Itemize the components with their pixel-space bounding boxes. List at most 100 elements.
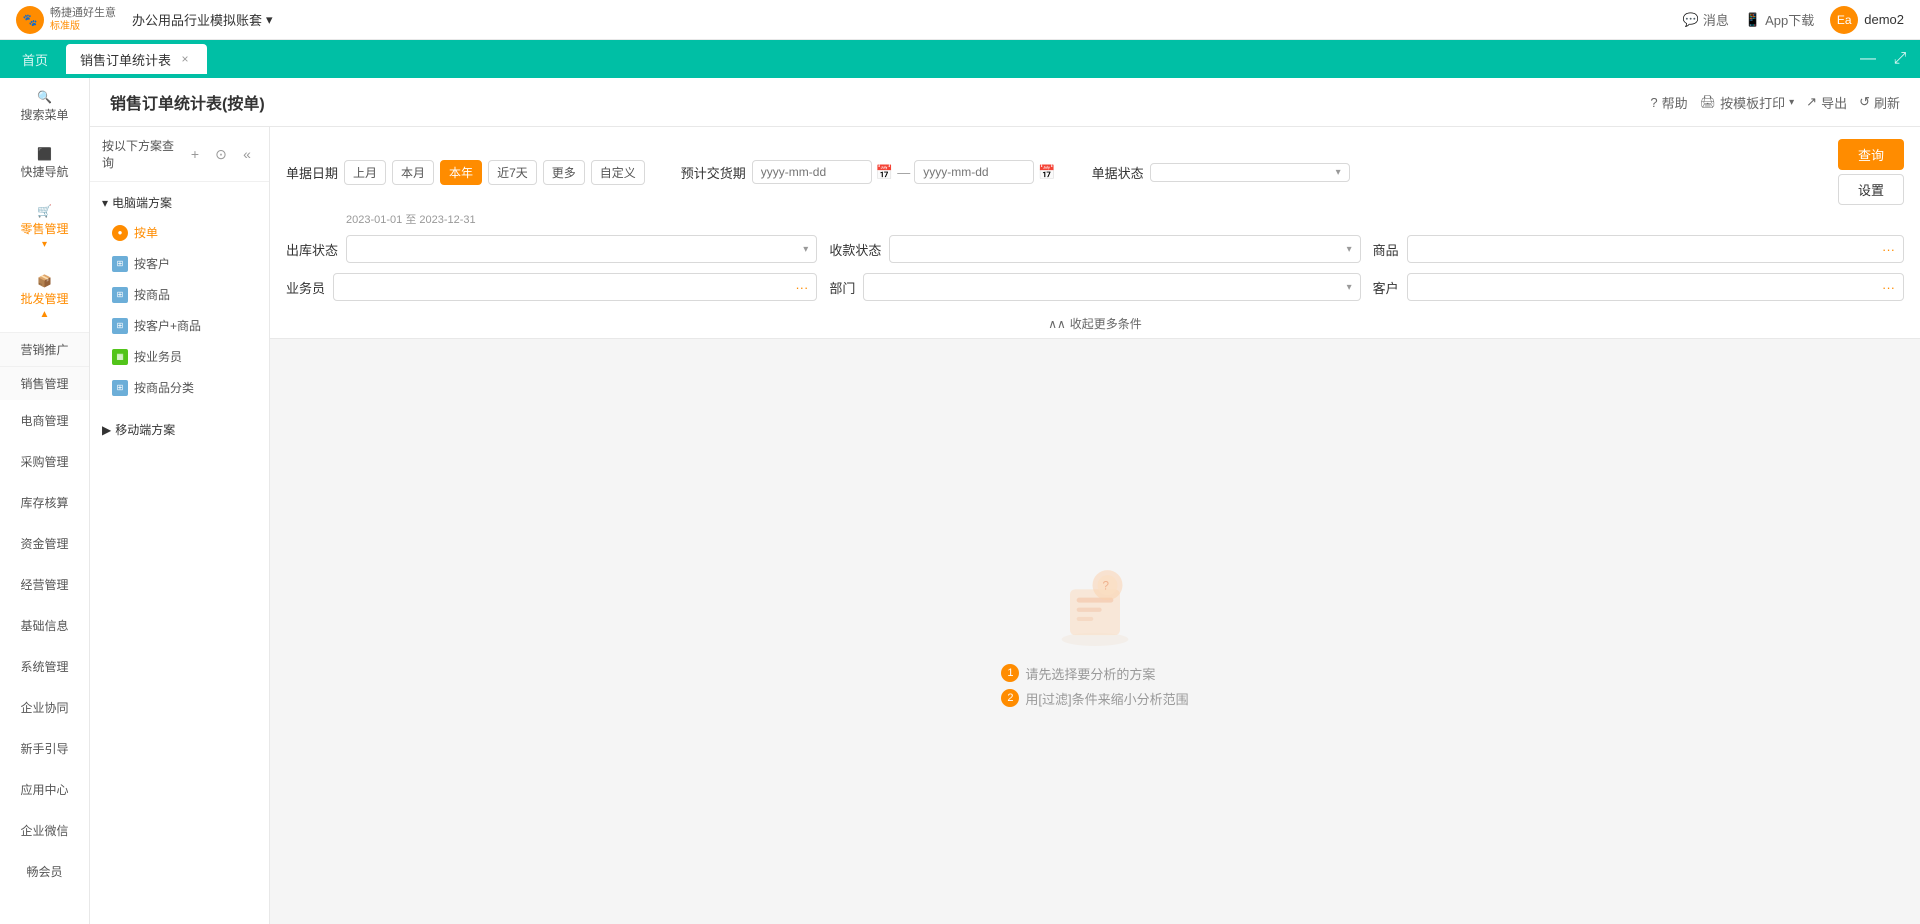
receipt-filter-group: 收款状态 ▾: [829, 235, 1360, 263]
sidebar-item-member[interactable]: 畅会员: [0, 851, 89, 892]
company-selector[interactable]: 办公用品行业模拟账套 ▾: [124, 6, 281, 33]
sidebar-item-system[interactable]: 系统管理: [0, 646, 89, 687]
date-last-month-btn[interactable]: 上月: [344, 160, 386, 185]
sidebar-item-new-guide[interactable]: 新手引导: [0, 728, 89, 769]
user-menu[interactable]: Ea demo2: [1830, 6, 1904, 34]
filter-row-2: 出库状态 ▾ 收款状态 ▾: [286, 235, 1904, 263]
template-print-btn[interactable]: 🖨 按模板打印 ▾: [1700, 93, 1795, 112]
scheme-group-mobile-header[interactable]: ▶ 移动端方案: [90, 415, 269, 444]
sidebar-item-operations[interactable]: 经营管理: [0, 564, 89, 605]
scheme-group-pc-header[interactable]: ▾ 电脑端方案: [90, 188, 269, 217]
goods-select[interactable]: ···: [1407, 235, 1904, 263]
circle-icon: ●: [112, 225, 128, 241]
content-area: 销售订单统计表(按单) ? 帮助 🖨 按模板打印 ▾ ↗ 导出 ↺ 刷新: [90, 78, 1920, 924]
tab-sales-order-stats[interactable]: 销售订单统计表 ×: [66, 44, 207, 74]
date-more-btn[interactable]: 更多: [543, 160, 585, 185]
app-download-btn[interactable]: 📱 App下载: [1745, 10, 1814, 29]
hint-num-1: 1: [1001, 664, 1019, 682]
chevron-down-icon: ▾: [266, 12, 273, 28]
chevron-down-icon: ▾: [1789, 97, 1794, 108]
date-last-7-btn[interactable]: 近7天: [488, 160, 537, 185]
sidebar-item-finance[interactable]: 资金管理: [0, 523, 89, 564]
top-bar-left: 🐾 畅捷通好生意 标准版 办公用品行业模拟账套 ▾: [16, 6, 281, 34]
export-btn[interactable]: ↗ 导出: [1806, 93, 1847, 112]
scheme-item-by-customer-product[interactable]: ⊞ 按客户+商品: [90, 310, 269, 341]
sidebar-item-enterprise-wechat[interactable]: 企业微信: [0, 810, 89, 851]
svg-text:?: ?: [1102, 579, 1109, 592]
help-icon: ?: [1650, 95, 1657, 110]
sidebar-item-retail[interactable]: 🛒 零售管理 ▾: [0, 192, 89, 262]
scheme-header-actions: + ⊙ «: [185, 144, 257, 164]
collapse-btn[interactable]: ∧∧ 收起更多条件: [1032, 309, 1158, 338]
search-btn[interactable]: 查询: [1838, 139, 1904, 170]
sidebar-item-enterprise[interactable]: 企业协同: [0, 687, 89, 728]
sidebar-item-purchase[interactable]: 采购管理: [0, 441, 89, 482]
empty-hints: 1 请先选择要分析的方案 2 用[过滤]条件来缩小分析范围: [1001, 664, 1188, 708]
tab-close-icon[interactable]: ×: [177, 51, 193, 67]
expected-date-group: 预计交货期 📅 — 📅: [681, 160, 1056, 184]
goods-label: 商品: [1373, 240, 1399, 259]
scheme-item-by-salesperson[interactable]: ▦ 按业务员: [90, 341, 269, 372]
chevron-down-icon: ▾: [1336, 167, 1341, 178]
date-filter-group: 单据日期 上月 本月 本年 近7天 更多 自定义: [286, 160, 645, 185]
salesperson-filter-group: 业务员 ···: [286, 273, 817, 301]
settings-btn[interactable]: 设置: [1838, 174, 1904, 205]
sidebar: 🔍 搜索菜单 ⬛ 快捷导航 🛒 零售管理 ▾ 📦 批发管理 ▲ 营销推广 销售管…: [0, 78, 90, 924]
sidebar-item-app-center[interactable]: 应用中心: [0, 769, 89, 810]
status-select[interactable]: ▾: [1150, 163, 1350, 182]
print-icon: 🖨: [1700, 94, 1717, 110]
date-this-month-btn[interactable]: 本月: [392, 160, 434, 185]
maximize-window-btn[interactable]: ⤢: [1888, 47, 1912, 71]
sidebar-item-marketing[interactable]: 营销推广: [0, 332, 89, 366]
settings-scheme-btn[interactable]: ⊙: [211, 144, 231, 164]
salesperson-select[interactable]: ···: [333, 273, 817, 301]
refresh-btn[interactable]: ↺ 刷新: [1859, 93, 1900, 112]
sidebar-item-wholesale[interactable]: 📦 批发管理 ▲: [0, 262, 89, 332]
tab-home[interactable]: 首页: [8, 44, 62, 74]
chevron-down-icon: ▾: [102, 196, 108, 210]
date-custom-btn[interactable]: 自定义: [591, 160, 645, 185]
shipment-select[interactable]: ▾: [346, 235, 817, 263]
scheme-item-by-category[interactable]: ⊞ 按商品分类: [90, 372, 269, 403]
goods-filter-group: 商品 ···: [1373, 235, 1904, 263]
receipt-select[interactable]: ▾: [889, 235, 1360, 263]
logo-icon: 🐾: [16, 6, 44, 34]
department-select[interactable]: ▾: [863, 273, 1360, 301]
status-label: 单据状态: [1092, 163, 1144, 182]
collapse-scheme-btn[interactable]: «: [237, 144, 257, 164]
minimize-window-btn[interactable]: —: [1856, 47, 1880, 71]
empty-hint-2: 2 用[过滤]条件来缩小分析范围: [1001, 689, 1188, 708]
nav-tabs-right: — ⤢: [1856, 47, 1912, 71]
help-btn[interactable]: ? 帮助: [1650, 93, 1687, 112]
scheme-item-by-order[interactable]: ● 按单: [90, 217, 269, 248]
filter-row-1: 单据日期 上月 本月 本年 近7天 更多 自定义 预计交货期: [286, 139, 1904, 205]
grid-icon: ⬛: [37, 147, 52, 161]
export-icon: ↗: [1806, 94, 1817, 110]
ellipsis-icon: ···: [1882, 280, 1895, 295]
phone-icon: 📱: [1745, 12, 1761, 28]
sidebar-item-sales-mgmt[interactable]: 销售管理: [0, 366, 89, 400]
message-btn[interactable]: 💬 消息: [1683, 10, 1729, 29]
expected-date-from-input[interactable]: [752, 160, 872, 184]
sidebar-item-ecommerce[interactable]: 电商管理: [0, 400, 89, 441]
calendar-from-icon[interactable]: 📅: [876, 164, 893, 181]
ellipsis-icon: ···: [795, 280, 808, 295]
scheme-item-by-customer[interactable]: ⊞ 按客户: [90, 248, 269, 279]
customer-select[interactable]: ···: [1407, 273, 1904, 301]
chevron-down-icon: ▾: [1347, 282, 1352, 293]
page-header: 销售订单统计表(按单) ? 帮助 🖨 按模板打印 ▾ ↗ 导出 ↺ 刷新: [90, 78, 1920, 127]
sidebar-item-quick-nav[interactable]: ⬛ 快捷导航: [0, 135, 89, 192]
date-this-year-btn[interactable]: 本年: [440, 160, 482, 185]
expected-date-to-input[interactable]: [914, 160, 1034, 184]
chevron-down-icon: ▾: [803, 244, 808, 255]
customer-filter-group: 客户 ···: [1373, 273, 1904, 301]
calendar-to-icon[interactable]: 📅: [1038, 164, 1055, 181]
scheme-item-by-product[interactable]: ⊞ 按商品: [90, 279, 269, 310]
department-label: 部门: [829, 278, 855, 297]
sidebar-item-base-info[interactable]: 基础信息: [0, 605, 89, 646]
grid-icon: ⊞: [112, 256, 128, 272]
add-scheme-btn[interactable]: +: [185, 144, 205, 164]
sidebar-item-inventory[interactable]: 库存核算: [0, 482, 89, 523]
ellipsis-icon: ···: [1882, 242, 1895, 257]
sidebar-item-search[interactable]: 🔍 搜索菜单: [0, 78, 89, 135]
